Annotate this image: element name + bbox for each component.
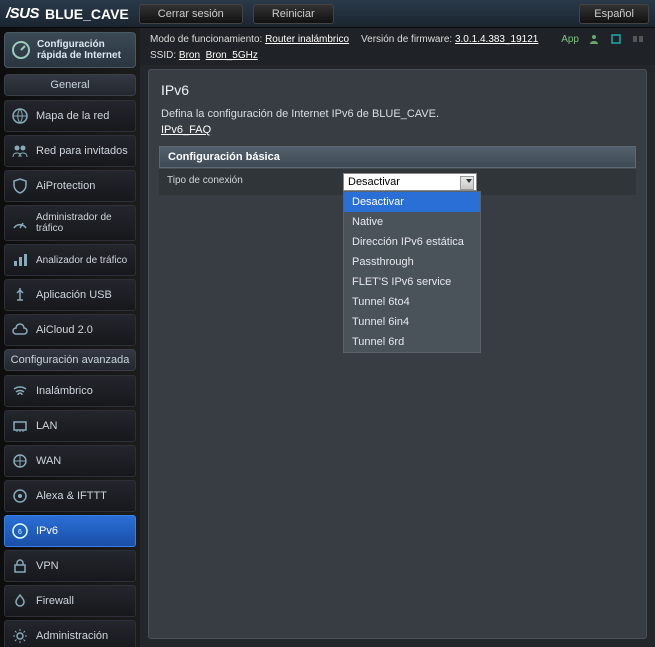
- sidebar-item-usbapp[interactable]: Aplicación USB: [4, 279, 136, 311]
- usb-icon: [11, 286, 29, 304]
- usb-status-icon[interactable]: [609, 32, 623, 46]
- sidebar-item-label: LAN: [36, 420, 57, 432]
- voice-icon: [11, 487, 29, 505]
- sidebar-item-label: Inalámbrico: [36, 385, 93, 397]
- sidebar-item-aiprotection[interactable]: AiProtection: [4, 170, 136, 202]
- people-icon: [11, 142, 29, 160]
- globe-icon: [11, 107, 29, 125]
- sidebar-item-guestnet[interactable]: Red para invitados: [4, 135, 136, 167]
- quick-internet-setup[interactable]: Configuración rápida de Internet: [4, 32, 136, 68]
- sidebar-item-alexa[interactable]: Alexa & IFTTT: [4, 480, 136, 512]
- fw-value[interactable]: 3.0.1.4.383_19121: [455, 34, 538, 45]
- sidebar-item-label: AiProtection: [36, 180, 95, 192]
- quick-label: Configuración rápida de Internet: [37, 39, 129, 61]
- connection-icon[interactable]: [631, 32, 645, 46]
- section-header: Configuración básica: [159, 146, 636, 168]
- chart-icon: [11, 251, 29, 269]
- dropdown-item[interactable]: Native: [344, 212, 480, 232]
- topbar: /SUS BLUE_CAVE Cerrar sesión Reiniciar E…: [0, 0, 655, 28]
- sidebar: Configuración rápida de Internet General…: [0, 28, 140, 647]
- shield-icon: [11, 177, 29, 195]
- select-display[interactable]: Desactivar: [343, 173, 477, 191]
- sidebar-item-firewall[interactable]: Firewall: [4, 585, 136, 617]
- dropdown-item[interactable]: Tunnel 6rd: [344, 332, 480, 352]
- conntype-dropdown: Desactivar Native Dirección IPv6 estátic…: [343, 191, 481, 353]
- sidebar-item-lan[interactable]: LAN: [4, 410, 136, 442]
- fw-label: Versión de firmware:: [361, 34, 452, 45]
- sidebar-item-trafficanalyzer[interactable]: Analizador de tráfico: [4, 244, 136, 276]
- dropdown-item[interactable]: Desactivar: [344, 192, 480, 212]
- dropdown-item[interactable]: Dirección IPv6 estática: [344, 232, 480, 252]
- sidebar-item-wan[interactable]: WAN: [4, 445, 136, 477]
- sidebar-item-label: VPN: [36, 560, 59, 572]
- firewall-icon: [11, 592, 29, 610]
- faq-link[interactable]: IPv6_FAQ: [159, 124, 211, 136]
- sidebar-item-wireless[interactable]: Inalámbrico: [4, 375, 136, 407]
- ssid1[interactable]: Bron: [179, 50, 200, 61]
- chevron-down-icon: [466, 179, 472, 183]
- sidebar-item-label: WAN: [36, 455, 61, 467]
- mode-value[interactable]: Router inalámbrico: [265, 34, 349, 45]
- info-bar: Modo de funcionamiento: Router inalámbri…: [140, 28, 655, 50]
- gauge-icon: [11, 40, 31, 60]
- sidebar-item-label: Alexa & IFTTT: [36, 490, 107, 502]
- meter-icon: [11, 214, 29, 232]
- dropdown-item[interactable]: Tunnel 6to4: [344, 292, 480, 312]
- lock-icon: [11, 557, 29, 575]
- logout-button[interactable]: Cerrar sesión: [139, 4, 243, 24]
- general-header: General: [4, 74, 136, 96]
- content-panel: IPv6 Defina la configuración de Internet…: [148, 69, 647, 639]
- dropdown-item[interactable]: Tunnel 6in4: [344, 312, 480, 332]
- clients-icon[interactable]: [587, 32, 601, 46]
- sidebar-item-label: IPv6: [36, 525, 58, 537]
- advanced-header: Configuración avanzada: [4, 349, 136, 371]
- language-button[interactable]: Español: [579, 4, 649, 24]
- dropdown-item[interactable]: FLET'S IPv6 service: [344, 272, 480, 292]
- info-bar-2: SSID: Bron Bron_5GHz: [140, 50, 655, 65]
- sidebar-item-label: Mapa de la red: [36, 110, 109, 122]
- conntype-select[interactable]: Desactivar Desactivar Native Dirección I…: [343, 173, 477, 191]
- reboot-button[interactable]: Reiniciar: [253, 4, 334, 24]
- cloud-icon: [11, 321, 29, 339]
- sidebar-item-vpn[interactable]: VPN: [4, 550, 136, 582]
- globe2-icon: [11, 452, 29, 470]
- sidebar-item-networkmap[interactable]: Mapa de la red: [4, 100, 136, 132]
- model-name: BLUE_CAVE: [45, 6, 129, 22]
- sidebar-item-label: Red para invitados: [36, 145, 128, 157]
- mode-label: Modo de funcionamiento:: [150, 34, 262, 45]
- field-row-conntype: Tipo de conexión Desactivar Desactivar N…: [159, 168, 636, 195]
- ssid-label: SSID:: [150, 50, 176, 61]
- page-desc: Defina la configuración de Internet IPv6…: [159, 108, 636, 120]
- ipv6-icon: 6: [11, 522, 29, 540]
- sidebar-item-admin[interactable]: Administración: [4, 620, 136, 647]
- gear-icon: [11, 627, 29, 645]
- wifi-icon: [11, 382, 29, 400]
- dropdown-item[interactable]: Passthrough: [344, 252, 480, 272]
- sidebar-item-label: Analizador de tráfico: [36, 255, 127, 266]
- app-link[interactable]: App: [561, 34, 579, 45]
- field-label-conntype: Tipo de conexión: [159, 169, 337, 192]
- sidebar-item-ipv6[interactable]: 6 IPv6: [4, 515, 136, 547]
- ethernet-icon: [11, 417, 29, 435]
- main-area: Modo de funcionamiento: Router inalámbri…: [140, 28, 655, 647]
- svg-text:6: 6: [18, 529, 22, 536]
- ssid2[interactable]: Bron_5GHz: [206, 50, 258, 61]
- page-title: IPv6: [159, 80, 636, 108]
- brand-logo: /SUS: [6, 5, 39, 22]
- sidebar-item-label: AiCloud 2.0: [36, 324, 93, 336]
- sidebar-item-label: Administración: [36, 630, 108, 642]
- sidebar-item-aicloud[interactable]: AiCloud 2.0: [4, 314, 136, 346]
- sidebar-item-trafficadmin[interactable]: Administrador de tráfico: [4, 205, 136, 241]
- logo-region: /SUS BLUE_CAVE: [6, 5, 129, 22]
- sidebar-item-label: Firewall: [36, 595, 74, 607]
- sidebar-item-label: Aplicación USB: [36, 289, 112, 301]
- sidebar-item-label: Administrador de tráfico: [36, 212, 129, 234]
